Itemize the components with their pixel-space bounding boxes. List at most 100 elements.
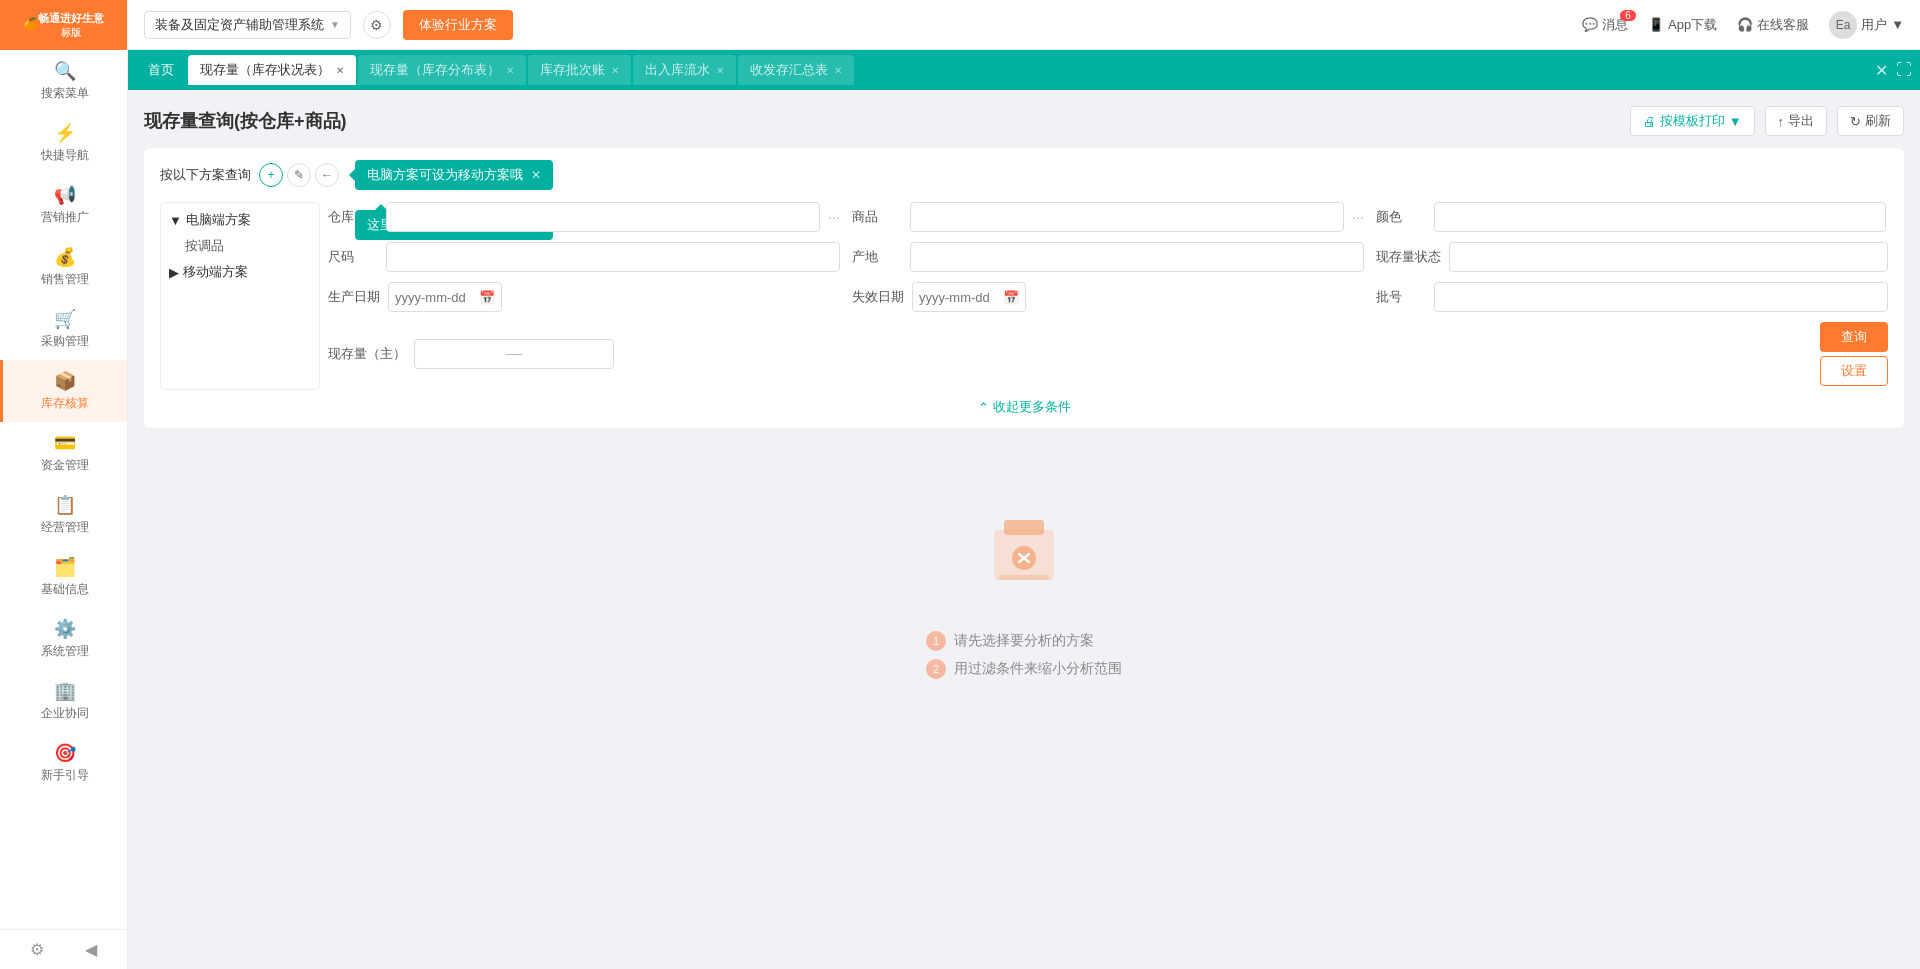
sidebar-item-search[interactable]: 🔍 搜索菜单 (0, 50, 127, 112)
stock-status-input-wrap (1449, 242, 1888, 272)
sidebar-item-business[interactable]: 📋 经营管理 (0, 484, 127, 546)
stock-status-label: 现存量状态 (1376, 248, 1441, 266)
industry-btn[interactable]: 体验行业方案 (403, 10, 513, 40)
batch-field: 批号 (1376, 282, 1888, 312)
guide-icon: 🎯 (54, 742, 76, 764)
batch-input[interactable] (1434, 282, 1888, 312)
inventory-icon: 📦 (54, 370, 76, 392)
tab-inventory-dist[interactable]: 现存量（库存分布表） ✕ (358, 55, 526, 85)
empty-icon (974, 500, 1074, 615)
warehouse-input-wrap (386, 202, 820, 232)
tab-close-batch-account[interactable]: ✕ (611, 65, 619, 76)
enterprise-icon: 🏢 (54, 680, 76, 702)
goods-label: 商品 (852, 208, 902, 226)
sidebar-item-quick[interactable]: ⚡ 快捷导航 (0, 112, 127, 174)
reset-btn[interactable]: 设置 (1820, 356, 1888, 386)
produce-date-calendar-icon[interactable]: 📅 (479, 290, 495, 305)
sidebar-item-inventory[interactable]: 📦 库存核算 (0, 360, 127, 422)
filter-header: 按以下方案查询 + ✎ ← 电脑方案可设为移动方案哦 ✕ 这里可以创建和修改方案… (160, 160, 1888, 190)
sidebar-bottom: ⚙ ◀ (0, 929, 127, 969)
message-btn[interactable]: 💬 消息 6 (1582, 16, 1628, 34)
scheme-tooltip: 电脑方案可设为移动方案哦 ✕ (355, 160, 553, 190)
batch-input-wrap (1434, 282, 1888, 312)
header-settings-btn[interactable]: ⚙ (363, 11, 391, 39)
export-icon: ↑ (1778, 114, 1785, 129)
stock-main-label: 现存量（主） (328, 345, 406, 363)
tab-close-inventory-status[interactable]: ✕ (336, 65, 344, 76)
sidebar-item-system[interactable]: ⚙️ 系统管理 (0, 608, 127, 670)
stock-main-start[interactable] (421, 347, 502, 362)
warehouse-more-icon[interactable]: ··· (828, 209, 840, 225)
tab-close-in-out[interactable]: ✕ (716, 65, 724, 76)
tab-close-inventory-dist[interactable]: ✕ (506, 65, 514, 76)
size-input-wrap (386, 242, 840, 272)
origin-label: 产地 (852, 248, 902, 266)
empty-steps: 1 请先选择要分析的方案 2 用过滤条件来缩小分析范围 (926, 631, 1122, 687)
sidebar-item-basic[interactable]: 🗂️ 基础信息 (0, 546, 127, 608)
quick-icon: ⚡ (54, 122, 76, 144)
online-service-btn[interactable]: 🎧 在线客服 (1737, 16, 1809, 34)
phone-icon: 📱 (1648, 17, 1664, 32)
scheme-tooltip-close-btn[interactable]: ✕ (531, 168, 541, 182)
sidebar-item-marketing[interactable]: 📢 营销推广 (0, 174, 127, 236)
origin-field: 产地 (852, 242, 1364, 272)
query-btn[interactable]: 查询 (1820, 322, 1888, 352)
system-selector[interactable]: 装备及固定资产辅助管理系统 ▼ (144, 11, 351, 39)
logo-icon: 🍊 (23, 17, 38, 33)
logo-text: 畅通进好生意 (38, 11, 104, 25)
add-scheme-btn[interactable]: + (259, 163, 283, 187)
sidebar-item-finance[interactable]: 💳 资金管理 (0, 422, 127, 484)
stock-status-field: 现存量状态 (1376, 242, 1888, 272)
sidebar-item-sales[interactable]: 💰 销售管理 (0, 236, 127, 298)
service-icon: 🎧 (1737, 17, 1753, 32)
tab-home[interactable]: 首页 (136, 55, 186, 85)
tab-close-receive-summary[interactable]: ✕ (834, 65, 842, 76)
svg-rect-1 (1004, 520, 1044, 535)
scheme-item-desktop[interactable]: 按调品 (161, 233, 319, 259)
collapse-filter-btn[interactable]: ⌃ 收起更多条件 (978, 398, 1071, 416)
expire-date-field: 失效日期 📅 (852, 282, 1364, 312)
marketing-icon: 📢 (54, 184, 76, 206)
color-select[interactable] (1434, 202, 1886, 232)
main-area: 装备及固定资产辅助管理系统 ▼ ⚙ 体验行业方案 💬 消息 6 📱 App下载 … (128, 0, 1920, 969)
message-badge: 6 (1620, 10, 1636, 21)
export-btn[interactable]: ↑ 导出 (1765, 106, 1828, 136)
filter-fields: 仓库 ··· 商品 ··· (328, 202, 1888, 390)
refresh-btn[interactable]: ↻ 刷新 (1837, 106, 1904, 136)
sidebar-item-enterprise[interactable]: 🏢 企业协同 (0, 670, 127, 732)
stock-main-end[interactable] (526, 347, 607, 362)
app-download-btn[interactable]: 📱 App下载 (1648, 16, 1717, 34)
print-btn[interactable]: 🖨 按模板打印 ▼ (1630, 106, 1755, 136)
batch-label: 批号 (1376, 288, 1426, 306)
produce-date-input[interactable] (395, 290, 475, 305)
logo-badge: 标版 (38, 26, 104, 39)
filter-row-3: 生产日期 📅 失效日期 📅 (328, 282, 1888, 312)
goods-input[interactable] (910, 202, 1344, 232)
sidebar-item-purchase[interactable]: 🛒 采购管理 (0, 298, 127, 360)
tab-receive-summary[interactable]: 收发存汇总表 ✕ (738, 55, 854, 85)
goods-more-icon[interactable]: ··· (1352, 209, 1364, 225)
header-right: 💬 消息 6 📱 App下载 🎧 在线客服 Ea 用户 ▼ (1582, 11, 1904, 39)
tab-in-out[interactable]: 出入库流水 ✕ (633, 55, 736, 85)
system-name: 装备及固定资产辅助管理系统 (155, 16, 324, 34)
size-select[interactable] (386, 242, 840, 272)
expire-date-label: 失效日期 (852, 288, 904, 306)
arrow-scheme-btn[interactable]: ← (315, 163, 339, 187)
collapse-sidebar-btn[interactable]: ◀ (85, 940, 97, 959)
stock-status-select[interactable] (1449, 242, 1888, 272)
tab-inventory-status[interactable]: 现存量（库存状况表） ✕ (188, 55, 356, 85)
system-selector-arrow: ▼ (330, 19, 340, 30)
query-btn-group: 查询 设置 (1820, 322, 1888, 386)
header-left: 装备及固定资产辅助管理系统 ▼ ⚙ 体验行业方案 (144, 10, 513, 40)
warehouse-input[interactable] (386, 202, 820, 232)
maximize-btn[interactable]: ⛶ (1896, 61, 1912, 79)
tab-batch-account[interactable]: 库存批次账 ✕ (528, 55, 631, 85)
settings-bottom-btn[interactable]: ⚙ (30, 940, 44, 959)
user-menu[interactable]: Ea 用户 ▼ (1829, 11, 1904, 39)
sidebar-item-guide[interactable]: 🎯 新手引导 (0, 732, 127, 794)
edit-scheme-btn[interactable]: ✎ (287, 163, 311, 187)
expire-date-calendar-icon[interactable]: 📅 (1003, 290, 1019, 305)
origin-select[interactable] (910, 242, 1364, 272)
close-all-tabs-btn[interactable]: ✕ (1875, 61, 1888, 80)
expire-date-input[interactable] (919, 290, 999, 305)
